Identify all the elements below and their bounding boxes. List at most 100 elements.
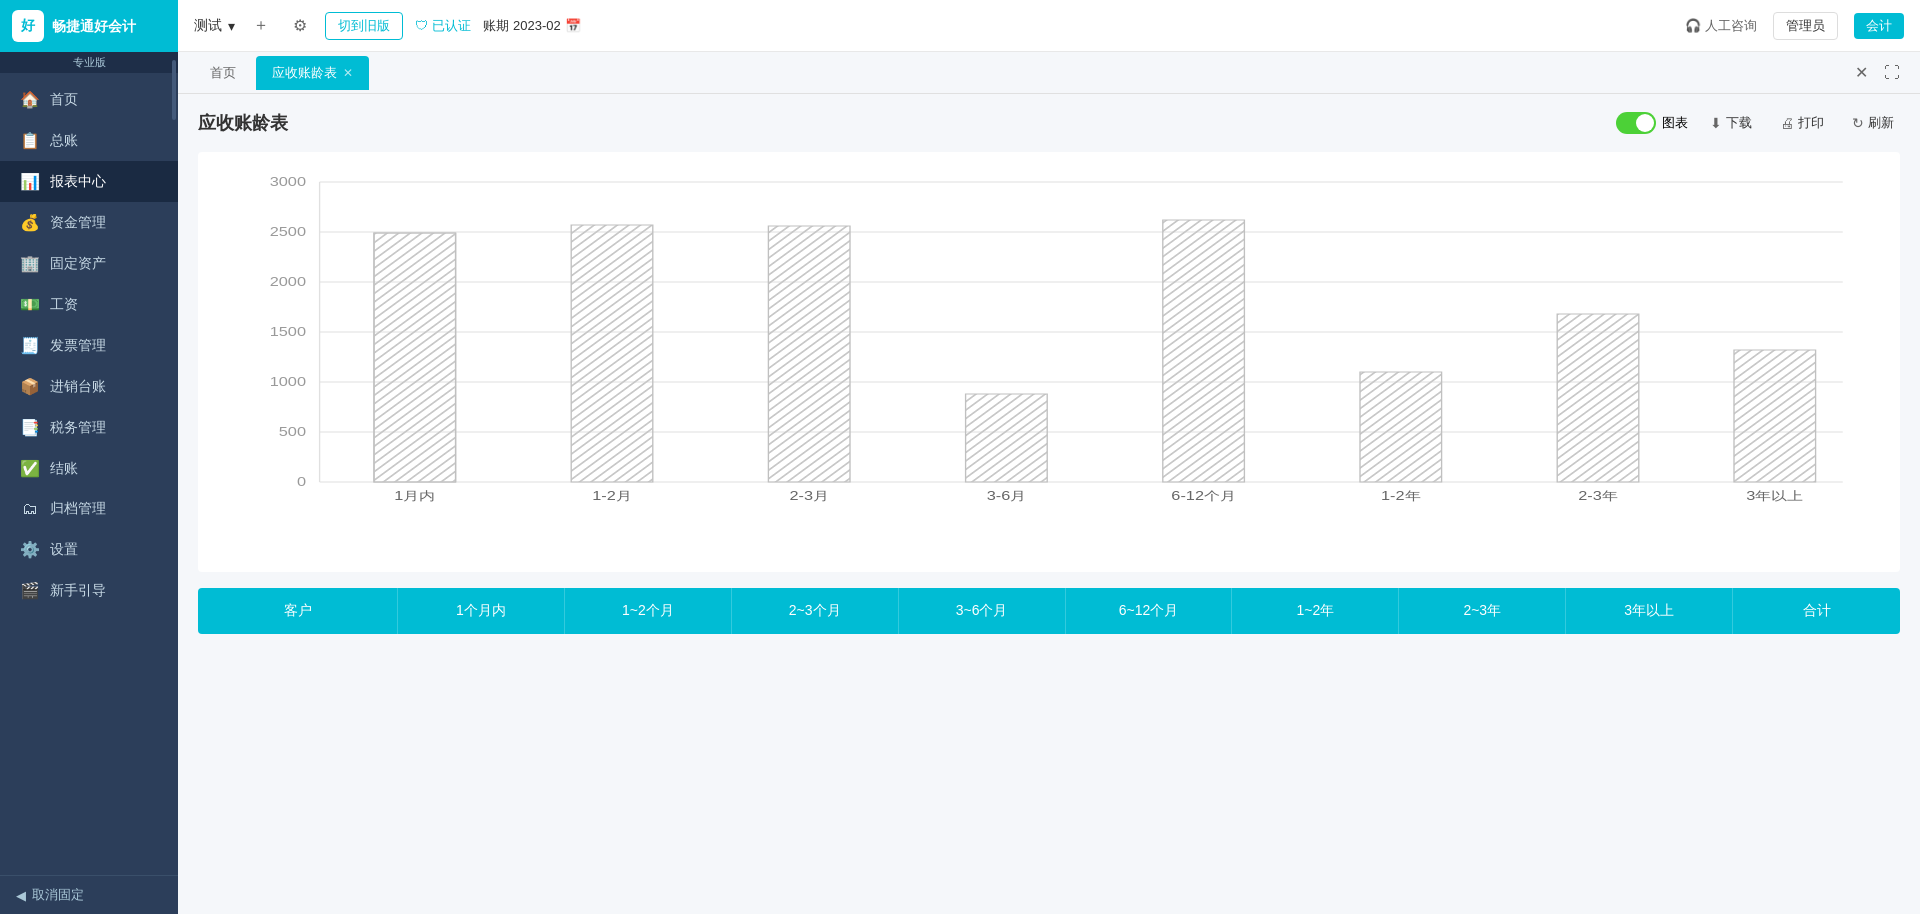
reports-icon: 📊: [20, 172, 40, 191]
main-area: 测试 ▾ ＋ ⚙ 切到旧版 🛡 已认证 账期 2023-02 📅 🎧 人工咨询 …: [178, 0, 1920, 914]
svg-rect-29: [1557, 314, 1639, 482]
print-button[interactable]: 🖨 打印: [1774, 110, 1830, 136]
page-title: 应收账龄表: [198, 111, 288, 135]
svg-text:1500: 1500: [270, 325, 306, 338]
sidebar-item-label: 归档管理: [50, 500, 106, 518]
shield-icon: 🛡: [415, 18, 428, 33]
tabbar: 首页 应收账龄表 ✕ ✕ ⛶: [178, 52, 1920, 94]
app-name: 畅捷通好会计: [52, 17, 136, 35]
user-button[interactable]: 管理员: [1773, 12, 1838, 40]
close-tab-icon[interactable]: ✕: [343, 66, 353, 80]
sidebar-item-label: 发票管理: [50, 337, 106, 355]
col-3plus-year: 3年以上: [1566, 588, 1733, 634]
sidebar-item-stockledger[interactable]: 📦 进销台账: [0, 366, 178, 407]
col-1-2month: 1~2个月: [565, 588, 732, 634]
close-period-icon: ✅: [20, 459, 40, 478]
add-project-button[interactable]: ＋: [247, 11, 275, 40]
period-display: 账期 2023-02 📅: [483, 17, 581, 35]
svg-text:3000: 3000: [270, 175, 306, 188]
assets-icon: 🏢: [20, 254, 40, 273]
page-actions: 图表 ⬇ 下载 🖨 打印 ↻ 刷新: [1616, 110, 1900, 136]
col-1month: 1个月内: [398, 588, 565, 634]
sidebar-item-label: 新手引导: [50, 582, 106, 600]
sidebar-item-archive[interactable]: 🗂 归档管理: [0, 489, 178, 529]
aging-table: 客户 1个月内 1~2个月 2~3个月 3~6个月 6~12个月 1~2年 2~…: [198, 588, 1900, 634]
close-all-tabs-button[interactable]: ✕: [1851, 59, 1872, 86]
pin-icon: ◀: [16, 888, 26, 903]
pin-label: 取消固定: [32, 886, 84, 904]
svg-text:2500: 2500: [270, 225, 306, 238]
certified-text: 已认证: [432, 17, 471, 35]
svg-text:3-6月: 3-6月: [987, 489, 1027, 502]
page-header: 应收账龄表 图表 ⬇ 下载 🖨 打印 ↻ 刷新: [198, 110, 1900, 136]
stockledger-icon: 📦: [20, 377, 40, 396]
download-button[interactable]: ⬇ 下载: [1704, 110, 1758, 136]
project-name: 测试: [194, 17, 222, 35]
sidebar-item-home[interactable]: 🏠 首页: [0, 79, 178, 120]
col-3-6month: 3~6个月: [899, 588, 1066, 634]
sidebar-item-label: 首页: [50, 91, 78, 109]
sidebar-item-close[interactable]: ✅ 结账: [0, 448, 178, 489]
download-icon: ⬇: [1710, 115, 1722, 131]
sidebar-item-label: 设置: [50, 541, 78, 559]
logo-text: 畅捷通好会计: [52, 17, 136, 35]
edition-badge: 专业版: [0, 52, 178, 73]
sidebar-item-label: 报表中心: [50, 173, 106, 191]
sidebar-pin-toggle[interactable]: ◀ 取消固定: [0, 875, 178, 914]
expand-tabs-button[interactable]: ⛶: [1880, 59, 1904, 86]
consult-button[interactable]: 🎧 人工咨询: [1685, 17, 1757, 35]
consult-label: 人工咨询: [1705, 17, 1757, 35]
chart-area: 0 500 1000 1500 2000 2500 3000 1月内: [198, 152, 1900, 572]
svg-text:6-12个月: 6-12个月: [1171, 489, 1236, 502]
switch-old-version-button[interactable]: 切到旧版: [325, 12, 403, 40]
tab-label: 应收账龄表: [272, 64, 337, 82]
calendar-icon[interactable]: 📅: [565, 18, 581, 33]
svg-text:2000: 2000: [270, 275, 306, 288]
svg-rect-27: [1360, 372, 1442, 482]
sidebar-item-assets[interactable]: 🏢 固定资产: [0, 243, 178, 284]
tab-label: 首页: [210, 64, 236, 82]
sidebar-item-guide[interactable]: 🎬 新手引导: [0, 570, 178, 611]
sidebar-item-invoice[interactable]: 🧾 发票管理: [0, 325, 178, 366]
toggle-track[interactable]: [1616, 112, 1656, 134]
svg-rect-19: [571, 225, 653, 482]
home-icon: 🏠: [20, 90, 40, 109]
svg-rect-21: [768, 226, 850, 482]
topbar-right-area: 🎧 人工咨询 管理员 会计: [1685, 12, 1904, 40]
refresh-button[interactable]: ↻ 刷新: [1846, 110, 1900, 136]
sidebar: 好 畅捷通好会计 专业版 🏠 首页 📋 总账 📊 报表中心 💰 资金管理 🏢 固…: [0, 0, 178, 914]
svg-rect-23: [966, 394, 1048, 482]
sidebar-item-label: 进销台账: [50, 378, 106, 396]
svg-text:2-3年: 2-3年: [1578, 489, 1618, 502]
sidebar-item-settings[interactable]: ⚙️ 设置: [0, 529, 178, 570]
settings-button[interactable]: ⚙: [287, 12, 313, 39]
sidebar-item-reports[interactable]: 📊 报表中心: [0, 161, 178, 202]
role-button[interactable]: 会计: [1854, 13, 1904, 39]
tax-icon: 📑: [20, 418, 40, 437]
svg-text:1月内: 1月内: [394, 489, 435, 502]
period-label: 账期: [483, 17, 509, 35]
sidebar-item-salary[interactable]: 💵 工资: [0, 284, 178, 325]
project-selector[interactable]: 测试 ▾: [194, 17, 235, 35]
svg-rect-17: [374, 233, 456, 482]
sidebar-item-ledger[interactable]: 📋 总账: [0, 120, 178, 161]
headset-icon: 🎧: [1685, 18, 1701, 33]
col-total: 合计: [1733, 588, 1900, 634]
tab-aging-report[interactable]: 应收账龄表 ✕: [256, 56, 369, 90]
logo-area: 好 畅捷通好会计: [0, 0, 178, 52]
salary-icon: 💵: [20, 295, 40, 314]
svg-rect-31: [1734, 350, 1816, 482]
sidebar-item-label: 固定资产: [50, 255, 106, 273]
svg-text:1-2月: 1-2月: [592, 489, 632, 502]
sidebar-item-tax[interactable]: 📑 税务管理: [0, 407, 178, 448]
sidebar-item-label: 总账: [50, 132, 78, 150]
invoice-icon: 🧾: [20, 336, 40, 355]
content-area: 应收账龄表 图表 ⬇ 下载 🖨 打印 ↻ 刷新: [178, 94, 1920, 914]
bar-chart: 0 500 1000 1500 2000 2500 3000 1月内: [238, 172, 1870, 532]
chart-toggle[interactable]: 图表: [1616, 112, 1688, 134]
sidebar-item-funds[interactable]: 💰 资金管理: [0, 202, 178, 243]
sidebar-item-label: 工资: [50, 296, 78, 314]
topbar: 测试 ▾ ＋ ⚙ 切到旧版 🛡 已认证 账期 2023-02 📅 🎧 人工咨询 …: [178, 0, 1920, 52]
col-2-3month: 2~3个月: [732, 588, 899, 634]
tab-home[interactable]: 首页: [194, 56, 252, 90]
